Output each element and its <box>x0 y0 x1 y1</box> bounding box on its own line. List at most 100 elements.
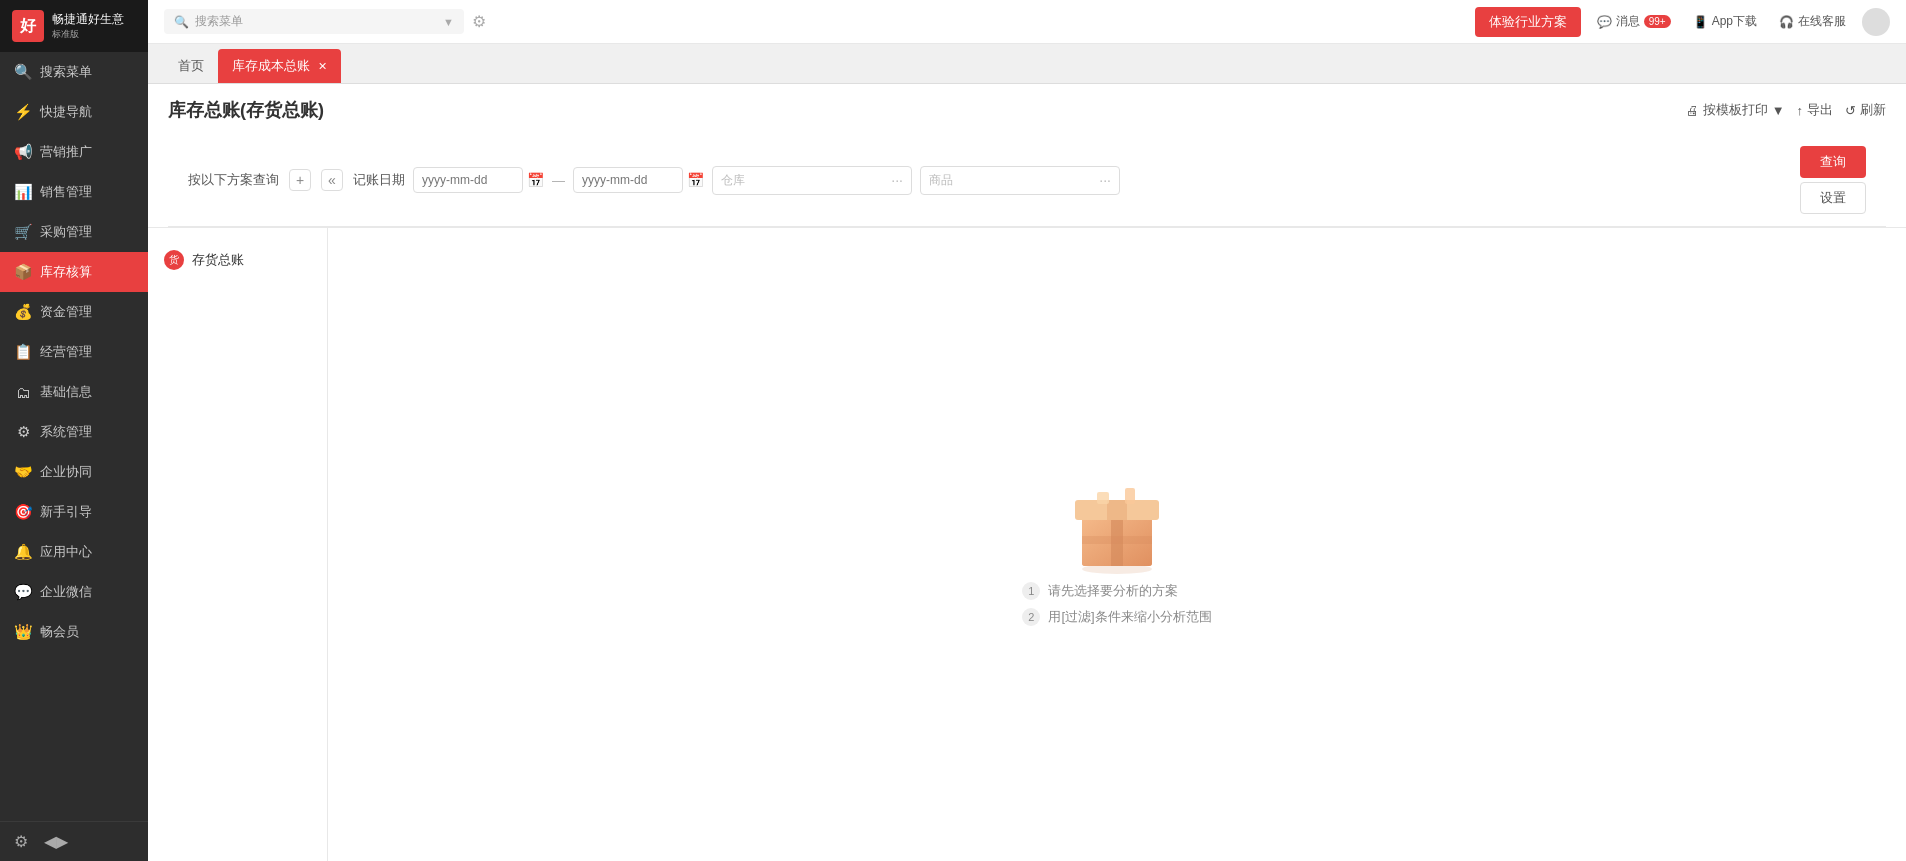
date-field-label: 记账日期 <box>353 171 405 189</box>
setting-btn[interactable]: 设置 <box>1800 182 1866 214</box>
app-badge: 标准版 <box>52 28 124 41</box>
date-start-field: 📅 <box>413 167 544 193</box>
refresh-btn[interactable]: ↺ 刷新 <box>1845 101 1886 119</box>
topbar-settings-icon[interactable]: ⚙ <box>472 12 486 31</box>
sidebar-label-search: 搜索菜单 <box>40 63 92 81</box>
logo-area: 好 畅捷通好生意 标准版 <box>0 0 148 52</box>
page-header: 库存总账(存货总账) 🖨 按模板打印 ▼ ↑ 导出 ↺ 刷新 <box>148 84 1906 228</box>
messages-label: 消息 <box>1616 13 1640 30</box>
sidebar-item-sales[interactable]: 📊销售管理 <box>0 172 148 212</box>
sidebar-label-corp: 企业协同 <box>40 463 92 481</box>
empty-illustration <box>1057 464 1177 564</box>
sidebar-label-finance: 资金管理 <box>40 303 92 321</box>
date-end-input[interactable] <box>573 167 683 193</box>
online-service-btn[interactable]: 🎧 在线客服 <box>1773 9 1852 34</box>
sidebar-icon-sales: 📊 <box>14 183 32 201</box>
sidebar-icon-marketing: 📢 <box>14 143 32 161</box>
topbar: 🔍 搜索菜单 ▼ ⚙ 体验行业方案 💬 消息 99+ 📱 App下载 🎧 在线客… <box>148 0 1906 44</box>
tab-inventory-ledger[interactable]: 库存成本总账 ✕ <box>218 49 341 83</box>
scheme-item-inventory[interactable]: 货 存货总账 <box>148 240 327 280</box>
sidebar-item-search[interactable]: 🔍 搜索菜单 <box>0 52 148 92</box>
sidebar-item-marketing[interactable]: 📢营销推广 <box>0 132 148 172</box>
warehouse-field[interactable]: 仓库 ··· <box>712 166 912 195</box>
page-header-actions: 🖨 按模板打印 ▼ ↑ 导出 ↺ 刷新 <box>1686 101 1886 119</box>
notification-badge: 99+ <box>1644 15 1671 28</box>
sidebar-label-appcenter: 应用中心 <box>40 543 92 561</box>
sidebar-label-basic: 基础信息 <box>40 383 92 401</box>
search-icon: 🔍 <box>174 15 189 29</box>
sidebar-icon-purchase: 🛒 <box>14 223 32 241</box>
goods-field[interactable]: 商品 ··· <box>920 166 1120 195</box>
user-avatar[interactable] <box>1862 8 1890 36</box>
sidebar-item-appcenter[interactable]: 🔔 应用中心 <box>0 532 148 572</box>
sidebar-item-corp[interactable]: 🤝企业协同 <box>0 452 148 492</box>
sidebar-item-shortcut[interactable]: ⚡快捷导航 <box>0 92 148 132</box>
sidebar-icon-appcenter: 🔔 <box>14 543 32 561</box>
page-content: 库存总账(存货总账) 🖨 按模板打印 ▼ ↑ 导出 ↺ 刷新 <box>148 84 1906 861</box>
filter-collapse-btn[interactable]: « <box>321 169 343 191</box>
date-start-calendar-icon[interactable]: 📅 <box>527 172 544 188</box>
app-download-btn[interactable]: 📱 App下载 <box>1687 9 1763 34</box>
search-placeholder: 搜索菜单 <box>195 13 243 30</box>
warehouse-more-icon[interactable]: ··· <box>891 172 903 188</box>
toggle-sidebar-icon[interactable]: ◀▶ <box>44 832 68 851</box>
sidebar-icon-basic: 🗂 <box>14 384 32 401</box>
online-service-icon: 🎧 <box>1779 15 1794 29</box>
empty-area: 1 请先选择要分析的方案 2 用[过滤]条件来缩小分析范围 <box>328 228 1906 861</box>
sidebar-label-inventory: 库存核算 <box>40 263 92 281</box>
logo-text-area: 畅捷通好生意 标准版 <box>52 11 124 41</box>
export-label: 导出 <box>1807 101 1833 119</box>
sidebar-label-newbie: 新手引导 <box>40 503 92 521</box>
print-btn[interactable]: 🖨 按模板打印 ▼ <box>1686 101 1785 119</box>
refresh-label: 刷新 <box>1860 101 1886 119</box>
settings-bottom-icon[interactable]: ⚙ <box>14 832 28 851</box>
sidebar-item-finance[interactable]: 💰 资金管理 <box>0 292 148 332</box>
app-download-label: App下载 <box>1712 13 1757 30</box>
sidebar-label-wechat: 企业微信 <box>40 583 92 601</box>
tab-home[interactable]: 首页 <box>164 49 218 83</box>
search-bar[interactable]: 🔍 搜索菜单 ▼ <box>164 9 464 34</box>
sidebar-icon-wechat: 💬 <box>14 583 32 601</box>
tabbar: 首页 库存成本总账 ✕ <box>148 44 1906 84</box>
sidebar-item-operation[interactable]: 📋经营管理 <box>0 332 148 372</box>
sidebar-nav: 🔍 搜索菜单 ⚡快捷导航📢营销推广📊销售管理🛒采购管理 📦 库存核算 💰 资金管理 📋经营管理… <box>0 52 148 821</box>
sidebar-bottom: ⚙ ◀▶ <box>0 821 148 861</box>
page-title-row: 库存总账(存货总账) 🖨 按模板打印 ▼ ↑ 导出 ↺ 刷新 <box>168 98 1886 122</box>
sidebar-item-newbie[interactable]: 🎯新手引导 <box>0 492 148 532</box>
date-separator: — <box>552 173 565 188</box>
message-icon: 💬 <box>1597 15 1612 29</box>
query-btn[interactable]: 查询 <box>1800 146 1866 178</box>
goods-more-icon[interactable]: ··· <box>1099 172 1111 188</box>
empty-tips: 1 请先选择要分析的方案 2 用[过滤]条件来缩小分析范围 <box>1022 582 1211 626</box>
page-title: 库存总账(存货总账) <box>168 98 324 122</box>
svg-rect-6 <box>1107 500 1127 520</box>
warehouse-placeholder: 仓库 <box>721 172 887 189</box>
sidebar-item-basic[interactable]: 🗂 基础信息 <box>0 372 148 412</box>
sidebar-item-purchase[interactable]: 🛒采购管理 <box>0 212 148 252</box>
filter-add-btn[interactable]: + <box>289 169 311 191</box>
sidebar-item-system[interactable]: ⚙系统管理 <box>0 412 148 452</box>
sidebar-icon-finance: 💰 <box>14 303 32 321</box>
svg-rect-7 <box>1097 492 1109 504</box>
logo-icon: 好 <box>12 10 44 42</box>
tip-num-1: 1 <box>1022 582 1040 600</box>
sidebar-label-system: 系统管理 <box>40 423 92 441</box>
messages-btn[interactable]: 💬 消息 99+ <box>1591 9 1677 34</box>
date-end-calendar-icon[interactable]: 📅 <box>687 172 704 188</box>
content-area: 货 存货总账 <box>148 228 1906 861</box>
sidebar-icon-search: 🔍 <box>14 63 32 81</box>
industry-btn[interactable]: 体验行业方案 <box>1475 7 1581 37</box>
sidebar: 好 畅捷通好生意 标准版 🔍 搜索菜单 ⚡快捷导航📢营销推广📊销售管理🛒采购管理 📦 库… <box>0 0 148 861</box>
search-dropdown-icon: ▼ <box>443 16 454 28</box>
tab-close-icon[interactable]: ✕ <box>318 60 327 73</box>
app-name: 畅捷通好生意 <box>52 11 124 28</box>
filter-fields: 记账日期 📅 — 📅 仓库 ··· 商品 <box>353 166 1790 195</box>
sidebar-icon-inventory: 📦 <box>14 263 32 281</box>
sidebar-item-wechat[interactable]: 💬 企业微信 <box>0 572 148 612</box>
tab-inventory-label: 库存成本总账 <box>232 57 310 75</box>
sidebar-item-member[interactable]: 👑畅会员 <box>0 612 148 652</box>
sidebar-item-inventory[interactable]: 📦 库存核算 <box>0 252 148 292</box>
main-area: 🔍 搜索菜单 ▼ ⚙ 体验行业方案 💬 消息 99+ 📱 App下载 🎧 在线客… <box>148 0 1906 861</box>
export-btn[interactable]: ↑ 导出 <box>1797 101 1834 119</box>
date-start-input[interactable] <box>413 167 523 193</box>
